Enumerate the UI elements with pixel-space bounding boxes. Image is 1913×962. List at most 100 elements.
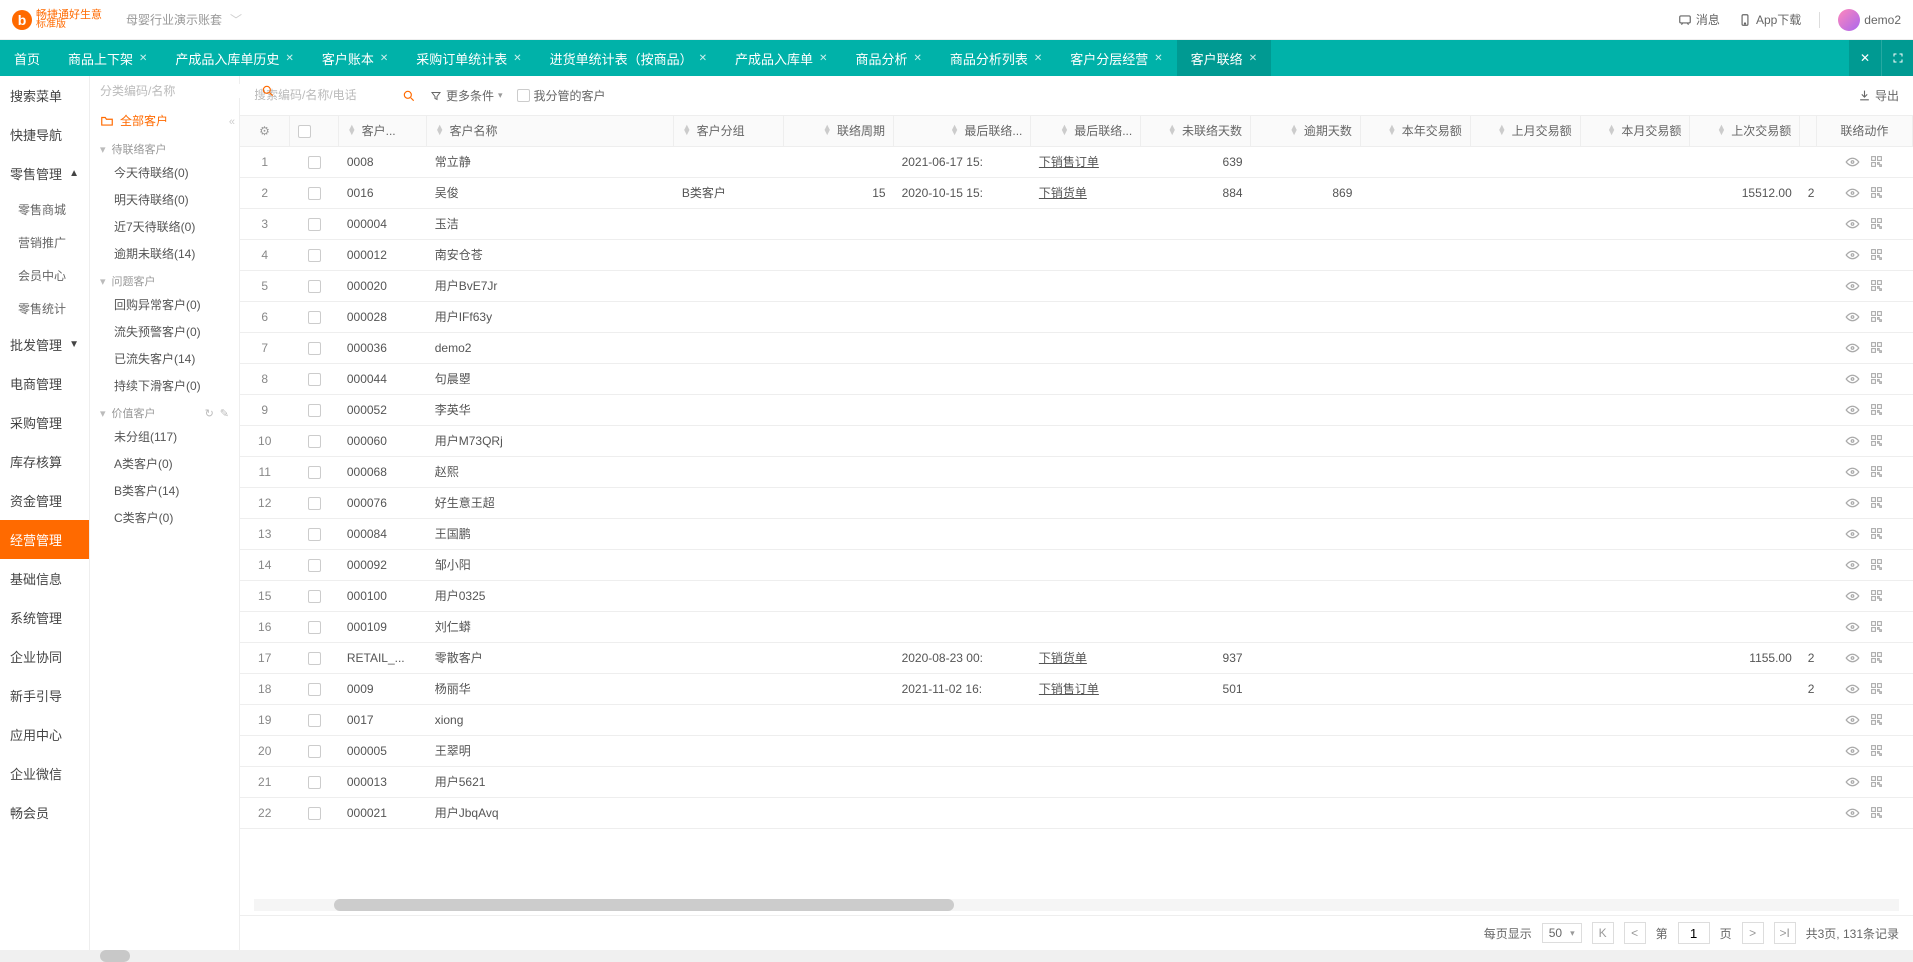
next-page-button[interactable]: > <box>1742 922 1764 944</box>
tree-leaf[interactable]: 未分组(117) <box>90 423 239 450</box>
sort-icon[interactable]: ▲▼ <box>950 125 959 136</box>
view-icon[interactable] <box>1845 405 1860 415</box>
row-checkbox[interactable] <box>308 435 321 448</box>
table-row[interactable]: 20000005王翠明 <box>240 735 1913 766</box>
view-icon[interactable] <box>1845 281 1860 291</box>
sort-icon[interactable]: ▲▼ <box>1607 125 1616 136</box>
close-icon[interactable]: ✕ <box>285 53 293 64</box>
sidebar-item-经营管理[interactable]: 经营管理 <box>0 520 89 559</box>
qr-icon[interactable] <box>1870 651 1883 664</box>
column-header[interactable]: ▲▼ 客户... <box>339 116 427 146</box>
sort-icon[interactable]: ▲▼ <box>1290 125 1299 136</box>
tree-leaf[interactable]: 逾期未联络(14) <box>90 240 239 267</box>
account-selector[interactable]: 母婴行业演示账套 ﹀ <box>126 11 242 28</box>
table-row[interactable]: 7000036demo2 <box>240 332 1913 363</box>
fullscreen-button[interactable] <box>1881 40 1913 76</box>
window-scrollbar[interactable] <box>0 950 1913 962</box>
row-checkbox[interactable] <box>308 683 321 696</box>
table-row[interactable]: 22000021用户JbqAvq <box>240 797 1913 828</box>
tab-进货单统计表（按商品）[interactable]: 进货单统计表（按商品）✕ <box>536 40 721 76</box>
sort-icon[interactable]: ▲▼ <box>347 125 356 136</box>
messages-button[interactable]: 消息 <box>1678 11 1720 28</box>
tab-产成品入库单历史[interactable]: 产成品入库单历史✕ <box>161 40 307 76</box>
sort-icon[interactable]: ▲▼ <box>1387 125 1396 136</box>
qr-icon[interactable] <box>1870 558 1883 571</box>
sort-icon[interactable]: ▲▼ <box>823 125 832 136</box>
tree-group-问题客户[interactable]: ▾问题客户 <box>90 267 239 291</box>
scrollbar-thumb[interactable] <box>100 950 130 962</box>
tree-leaf[interactable]: B类客户(14) <box>90 477 239 504</box>
view-icon[interactable] <box>1845 467 1860 477</box>
sidebar-item-采购管理[interactable]: 采购管理 <box>0 403 89 442</box>
column-header[interactable]: 联络动作 <box>1816 116 1912 146</box>
view-icon[interactable] <box>1845 560 1860 570</box>
row-checkbox[interactable] <box>308 745 321 758</box>
table-row[interactable]: 5000020用户BvE7Jr <box>240 270 1913 301</box>
last-page-button[interactable]: >I <box>1774 922 1796 944</box>
qr-icon[interactable] <box>1870 744 1883 757</box>
last-doc-link[interactable]: 下销售订单 <box>1039 682 1099 696</box>
table-row[interactable]: 21000013用户5621 <box>240 766 1913 797</box>
table-row[interactable]: 10000060用户M73QRj <box>240 425 1913 456</box>
view-icon[interactable] <box>1845 591 1860 601</box>
view-icon[interactable] <box>1845 374 1860 384</box>
sidebar-item-畅会员[interactable]: 畅会员 <box>0 793 89 832</box>
tab-客户分层经营[interactable]: 客户分层经营✕ <box>1056 40 1176 76</box>
table-row[interactable]: 4000012南安仓苍 <box>240 239 1913 270</box>
row-checkbox[interactable] <box>308 187 321 200</box>
search-input[interactable] <box>254 84 394 107</box>
sidebar-item-企业微信[interactable]: 企业微信 <box>0 754 89 793</box>
view-icon[interactable] <box>1845 219 1860 229</box>
app-download-button[interactable]: App下载 <box>1738 11 1801 28</box>
user-menu[interactable]: demo2 <box>1838 9 1901 31</box>
page-number-input[interactable] <box>1678 922 1710 944</box>
qr-icon[interactable] <box>1870 682 1883 695</box>
qr-icon[interactable] <box>1870 372 1883 385</box>
tab-商品分析[interactable]: 商品分析✕ <box>841 40 935 76</box>
close-icon[interactable]: ✕ <box>1034 53 1042 64</box>
select-all-checkbox[interactable] <box>298 125 311 138</box>
tab-商品上下架[interactable]: 商品上下架✕ <box>54 40 161 76</box>
sidebar-item-应用中心[interactable]: 应用中心 <box>0 715 89 754</box>
sidebar-sub-会员中心[interactable]: 会员中心 <box>0 259 89 292</box>
sidebar-item-搜索菜单[interactable]: 搜索菜单 <box>0 76 89 115</box>
last-doc-link[interactable]: 下销售订单 <box>1039 155 1099 169</box>
row-checkbox[interactable] <box>308 590 321 603</box>
table-row[interactable]: 14000092邹小阳 <box>240 549 1913 580</box>
sidebar-item-基础信息[interactable]: 基础信息 <box>0 559 89 598</box>
table-row[interactable]: 12000076好生意王超 <box>240 487 1913 518</box>
tree-leaf[interactable]: C类客户(0) <box>90 504 239 531</box>
view-icon[interactable] <box>1845 622 1860 632</box>
column-header[interactable]: ▲▼ 客户分组 <box>674 116 784 146</box>
sort-icon[interactable]: ▲▼ <box>1168 125 1177 136</box>
column-header[interactable]: ▲▼ 最后联络... <box>1031 116 1141 146</box>
row-checkbox[interactable] <box>308 218 321 231</box>
qr-icon[interactable] <box>1870 775 1883 788</box>
close-icon[interactable]: ✕ <box>1249 53 1257 64</box>
qr-icon[interactable] <box>1870 620 1883 633</box>
view-icon[interactable] <box>1845 746 1860 756</box>
tab-采购订单统计表[interactable]: 采购订单统计表✕ <box>402 40 535 76</box>
prev-page-button[interactable]: < <box>1624 922 1646 944</box>
my-customers-checkbox[interactable]: 我分管的客户 <box>517 87 606 104</box>
sidebar-item-库存核算[interactable]: 库存核算 <box>0 442 89 481</box>
qr-icon[interactable] <box>1870 248 1883 261</box>
close-icon[interactable]: ✕ <box>513 53 521 64</box>
table-row[interactable]: 15000100用户0325 <box>240 580 1913 611</box>
qr-icon[interactable] <box>1870 465 1883 478</box>
tree-leaf[interactable]: 回购异常客户(0) <box>90 291 239 318</box>
more-filters-button[interactable]: 更多条件 ▾ <box>430 87 503 104</box>
view-icon[interactable] <box>1845 808 1860 818</box>
qr-icon[interactable] <box>1870 186 1883 199</box>
sort-icon[interactable]: ▲▼ <box>1497 125 1506 136</box>
sidebar-sub-零售统计[interactable]: 零售统计 <box>0 292 89 325</box>
search-icon[interactable] <box>261 84 275 98</box>
view-icon[interactable] <box>1845 653 1860 663</box>
view-icon[interactable] <box>1845 777 1860 787</box>
sort-icon[interactable]: ▲▼ <box>682 125 691 136</box>
qr-icon[interactable] <box>1870 217 1883 230</box>
close-all-tabs-button[interactable]: ✕ <box>1849 40 1881 76</box>
qr-icon[interactable] <box>1870 341 1883 354</box>
qr-icon[interactable] <box>1870 155 1883 168</box>
row-checkbox[interactable] <box>308 156 321 169</box>
